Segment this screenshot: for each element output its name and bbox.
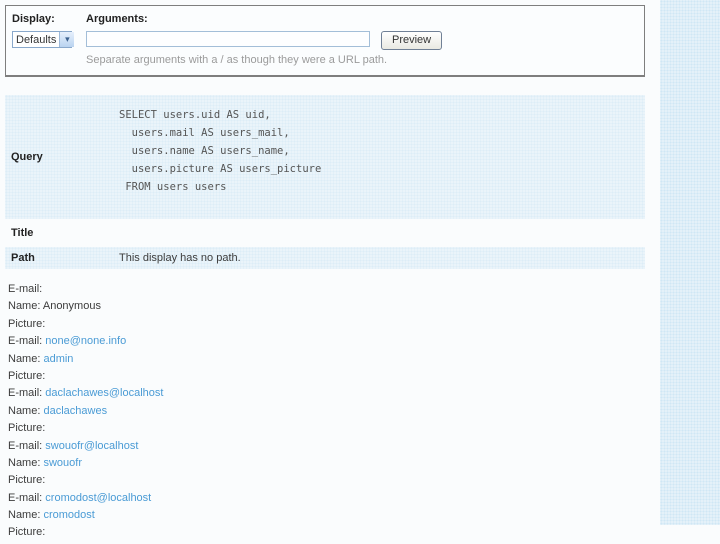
result-picture-line: Picture:: [8, 526, 660, 543]
preview-controls-fieldset: Display: Defaults ▾ Arguments: Preview S…: [5, 5, 645, 77]
result-email-label: E-mail:: [8, 283, 43, 295]
chevron-down-icon: ▾: [59, 32, 75, 47]
result-email-link[interactable]: daclachawes@localhost: [45, 387, 163, 399]
result-picture-label: Picture:: [8, 369, 46, 382]
arguments-input[interactable]: [86, 31, 370, 47]
result-email-label: E-mail:: [8, 439, 43, 452]
result-email-label: E-mail:: [8, 335, 43, 348]
result-email-line: E-mail: daclachawes@localhost: [8, 387, 660, 404]
result-email-line: E-mail: cromodost@localhost: [8, 492, 660, 509]
path-value: This display has no path.: [119, 252, 241, 264]
result-email-link[interactable]: swouofr@localhost: [45, 440, 138, 452]
result-email-link[interactable]: none@none.info: [45, 335, 126, 347]
result-email-label: E-mail:: [8, 491, 43, 504]
result-name-label: Name:: [8, 352, 41, 365]
result-name-link[interactable]: daclachawes: [43, 405, 107, 417]
query-sql: SELECT users.uid AS uid, users.mail AS u…: [119, 109, 322, 193]
display-select-value: Defaults: [16, 33, 57, 46]
result-name-line: Name: swouofr: [8, 457, 660, 474]
display-select[interactable]: Defaults ▾: [12, 31, 75, 48]
result-name-label: Name:: [8, 300, 41, 313]
main-content: Display: Defaults ▾ Arguments: Preview S…: [0, 0, 660, 544]
result-email-label: E-mail:: [8, 387, 43, 400]
preview-results-list: E-mail: Name: Anonymous Picture: E-mail: no…: [8, 283, 660, 544]
result-picture-line: Picture:: [8, 422, 660, 439]
path-row: Path This display has no path.: [5, 247, 645, 269]
title-row: Title: [5, 222, 645, 244]
result-name-link[interactable]: cromodost: [43, 509, 94, 521]
result-name-line: Name: cromodost: [8, 509, 660, 526]
result-picture-line: Picture:: [8, 474, 660, 491]
path-label: Path: [11, 252, 35, 264]
result-name-line: Name: daclachawes: [8, 405, 660, 422]
result-picture-line: Picture:: [8, 318, 660, 335]
result-name-label: Name:: [8, 456, 41, 469]
preview-button[interactable]: Preview: [381, 31, 443, 50]
display-label: Display:: [12, 13, 55, 25]
result-name-label: Name:: [8, 509, 41, 522]
display-group: Display: Defaults ▾: [12, 13, 75, 66]
result-name-label: Name:: [8, 404, 41, 417]
arguments-help-text: Separate arguments with a / as though th…: [86, 54, 388, 66]
result-email-line: E-mail:: [8, 283, 660, 300]
result-email-line: E-mail: swouofr@localhost: [8, 440, 660, 457]
title-label: Title: [11, 227, 34, 239]
title-value: [117, 222, 119, 244]
result-name-line: Name: Anonymous: [8, 300, 660, 317]
result-picture-line: Picture:: [8, 370, 660, 387]
result-picture-label: Picture:: [8, 317, 46, 330]
result-picture-label: Picture:: [8, 422, 46, 435]
arguments-group: Arguments: Preview Separate arguments wi…: [86, 13, 636, 66]
arguments-label: Arguments:: [86, 13, 148, 25]
query-row: Query SELECT users.uid AS uid, users.mai…: [5, 95, 645, 219]
result-email-line: E-mail: none@none.info: [8, 335, 660, 352]
query-label: Query: [11, 150, 43, 163]
result-picture-label: Picture:: [8, 526, 46, 539]
result-email-link[interactable]: cromodost@localhost: [45, 492, 151, 504]
page-background-strip: [660, 0, 720, 525]
result-name-link[interactable]: admin: [43, 353, 73, 365]
result-name-link[interactable]: swouofr: [43, 457, 82, 469]
result-picture-label: Picture:: [8, 474, 46, 487]
result-name-value: Anonymous: [42, 300, 101, 313]
result-name-line: Name: admin: [8, 353, 660, 370]
